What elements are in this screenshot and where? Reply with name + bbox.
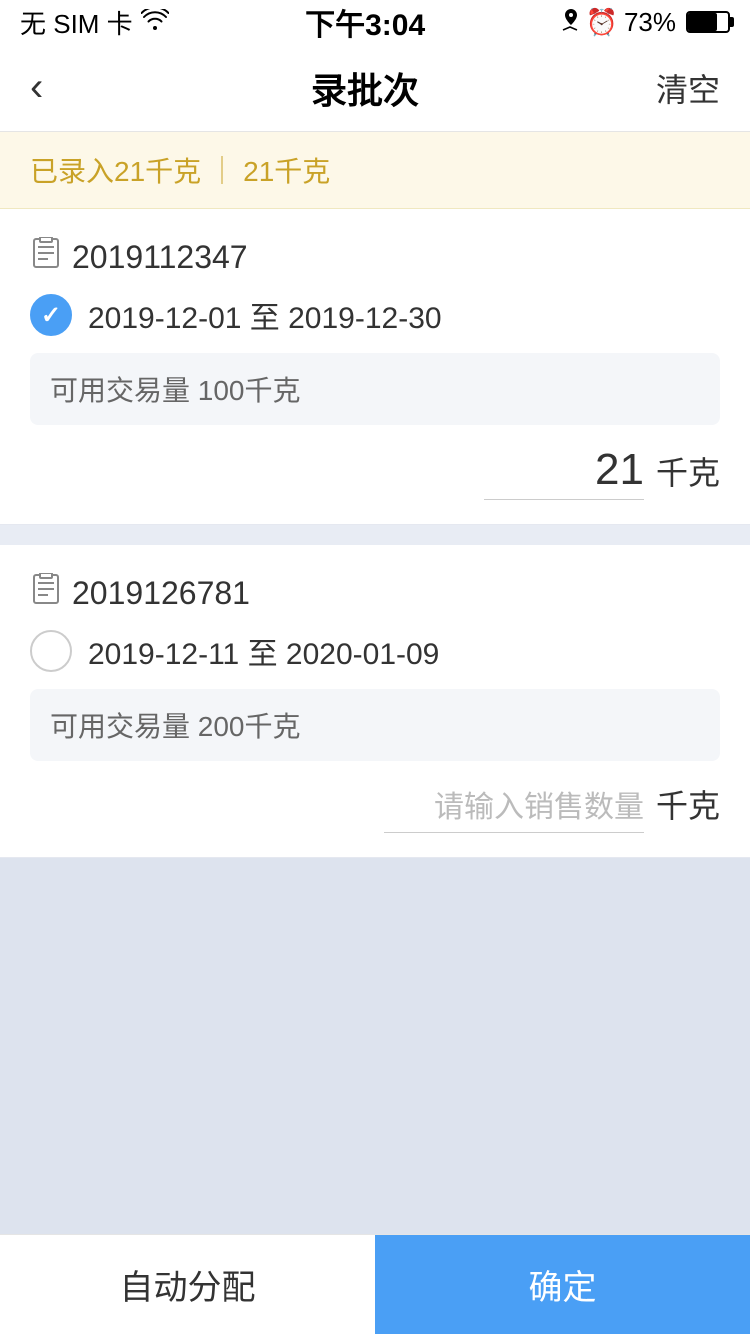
batch2-id: 2019126781 [72, 575, 250, 612]
batch1-check-icon: ✓ [41, 301, 61, 330]
batch1-icon [30, 237, 62, 277]
batch-card-2: 2019126781 2019-12-11 至 2020-01-09 可用交易量… [0, 545, 750, 858]
batch2-date-row[interactable]: 2019-12-11 至 2020-01-09 [0, 621, 750, 681]
batch2-header: 2019126781 [0, 545, 750, 621]
batch1-date-row[interactable]: ✓ 2019-12-01 至 2019-12-30 [0, 285, 750, 345]
batch2-icon [30, 573, 62, 613]
batch2-input-placeholder[interactable]: 请输入销售数量 [434, 782, 644, 826]
bottom-bar: 自动分配 确定 [0, 1234, 750, 1334]
batch1-amount[interactable]: 21 [595, 445, 644, 495]
confirm-button[interactable]: 确定 [375, 1235, 750, 1334]
batch2-date: 2019-12-11 至 2020-01-09 [88, 629, 439, 673]
batch1-radio[interactable]: ✓ [30, 294, 72, 336]
batch1-amount-row: 21 千克 [0, 425, 750, 525]
batch2-unit: 千克 [656, 781, 720, 827]
section-separator-1 [0, 525, 750, 545]
batch1-date: 2019-12-01 至 2019-12-30 [88, 293, 442, 337]
recorded-value: 21千克 [243, 150, 330, 190]
nav-bar: ‹ 录批次 清空 [0, 44, 750, 132]
batch-card-1: 2019112347 ✓ 2019-12-01 至 2019-12-30 可用交… [0, 209, 750, 525]
back-button[interactable]: ‹ [30, 65, 90, 110]
batch1-id: 2019112347 [72, 239, 248, 276]
recorded-label: 已录入21千克 [30, 150, 201, 190]
status-right: ⏰ 73% [562, 7, 730, 38]
batch1-header: 2019112347 [0, 209, 750, 285]
banner-divider [221, 156, 223, 184]
batch2-availability: 可用交易量 200千克 [30, 689, 720, 761]
clear-button[interactable]: 清空 [640, 65, 720, 111]
batch2-underline [384, 832, 644, 833]
no-sim-text: 无 SIM 卡 [20, 4, 133, 41]
alarm-text: ⏰ [586, 7, 618, 38]
info-banner: 已录入21千克 21千克 [0, 132, 750, 209]
gray-area [0, 858, 750, 1278]
status-time: 下午3:04 [305, 0, 425, 44]
batch1-availability: 可用交易量 100千克 [30, 353, 720, 425]
location-icon [562, 7, 580, 38]
page-title: 录批次 [90, 62, 640, 114]
battery-icon [686, 11, 730, 33]
batch2-radio[interactable] [30, 630, 72, 672]
batch2-input-row: 请输入销售数量 千克 [0, 761, 750, 858]
status-left: 无 SIM 卡 [20, 4, 169, 41]
batch1-underline [484, 499, 644, 500]
status-bar: 无 SIM 卡 下午3:04 ⏰ 73% [0, 0, 750, 44]
auto-assign-button[interactable]: 自动分配 [0, 1235, 375, 1334]
battery-percent: 73% [624, 7, 676, 38]
wifi-icon [141, 7, 169, 38]
batch1-unit: 千克 [656, 448, 720, 494]
